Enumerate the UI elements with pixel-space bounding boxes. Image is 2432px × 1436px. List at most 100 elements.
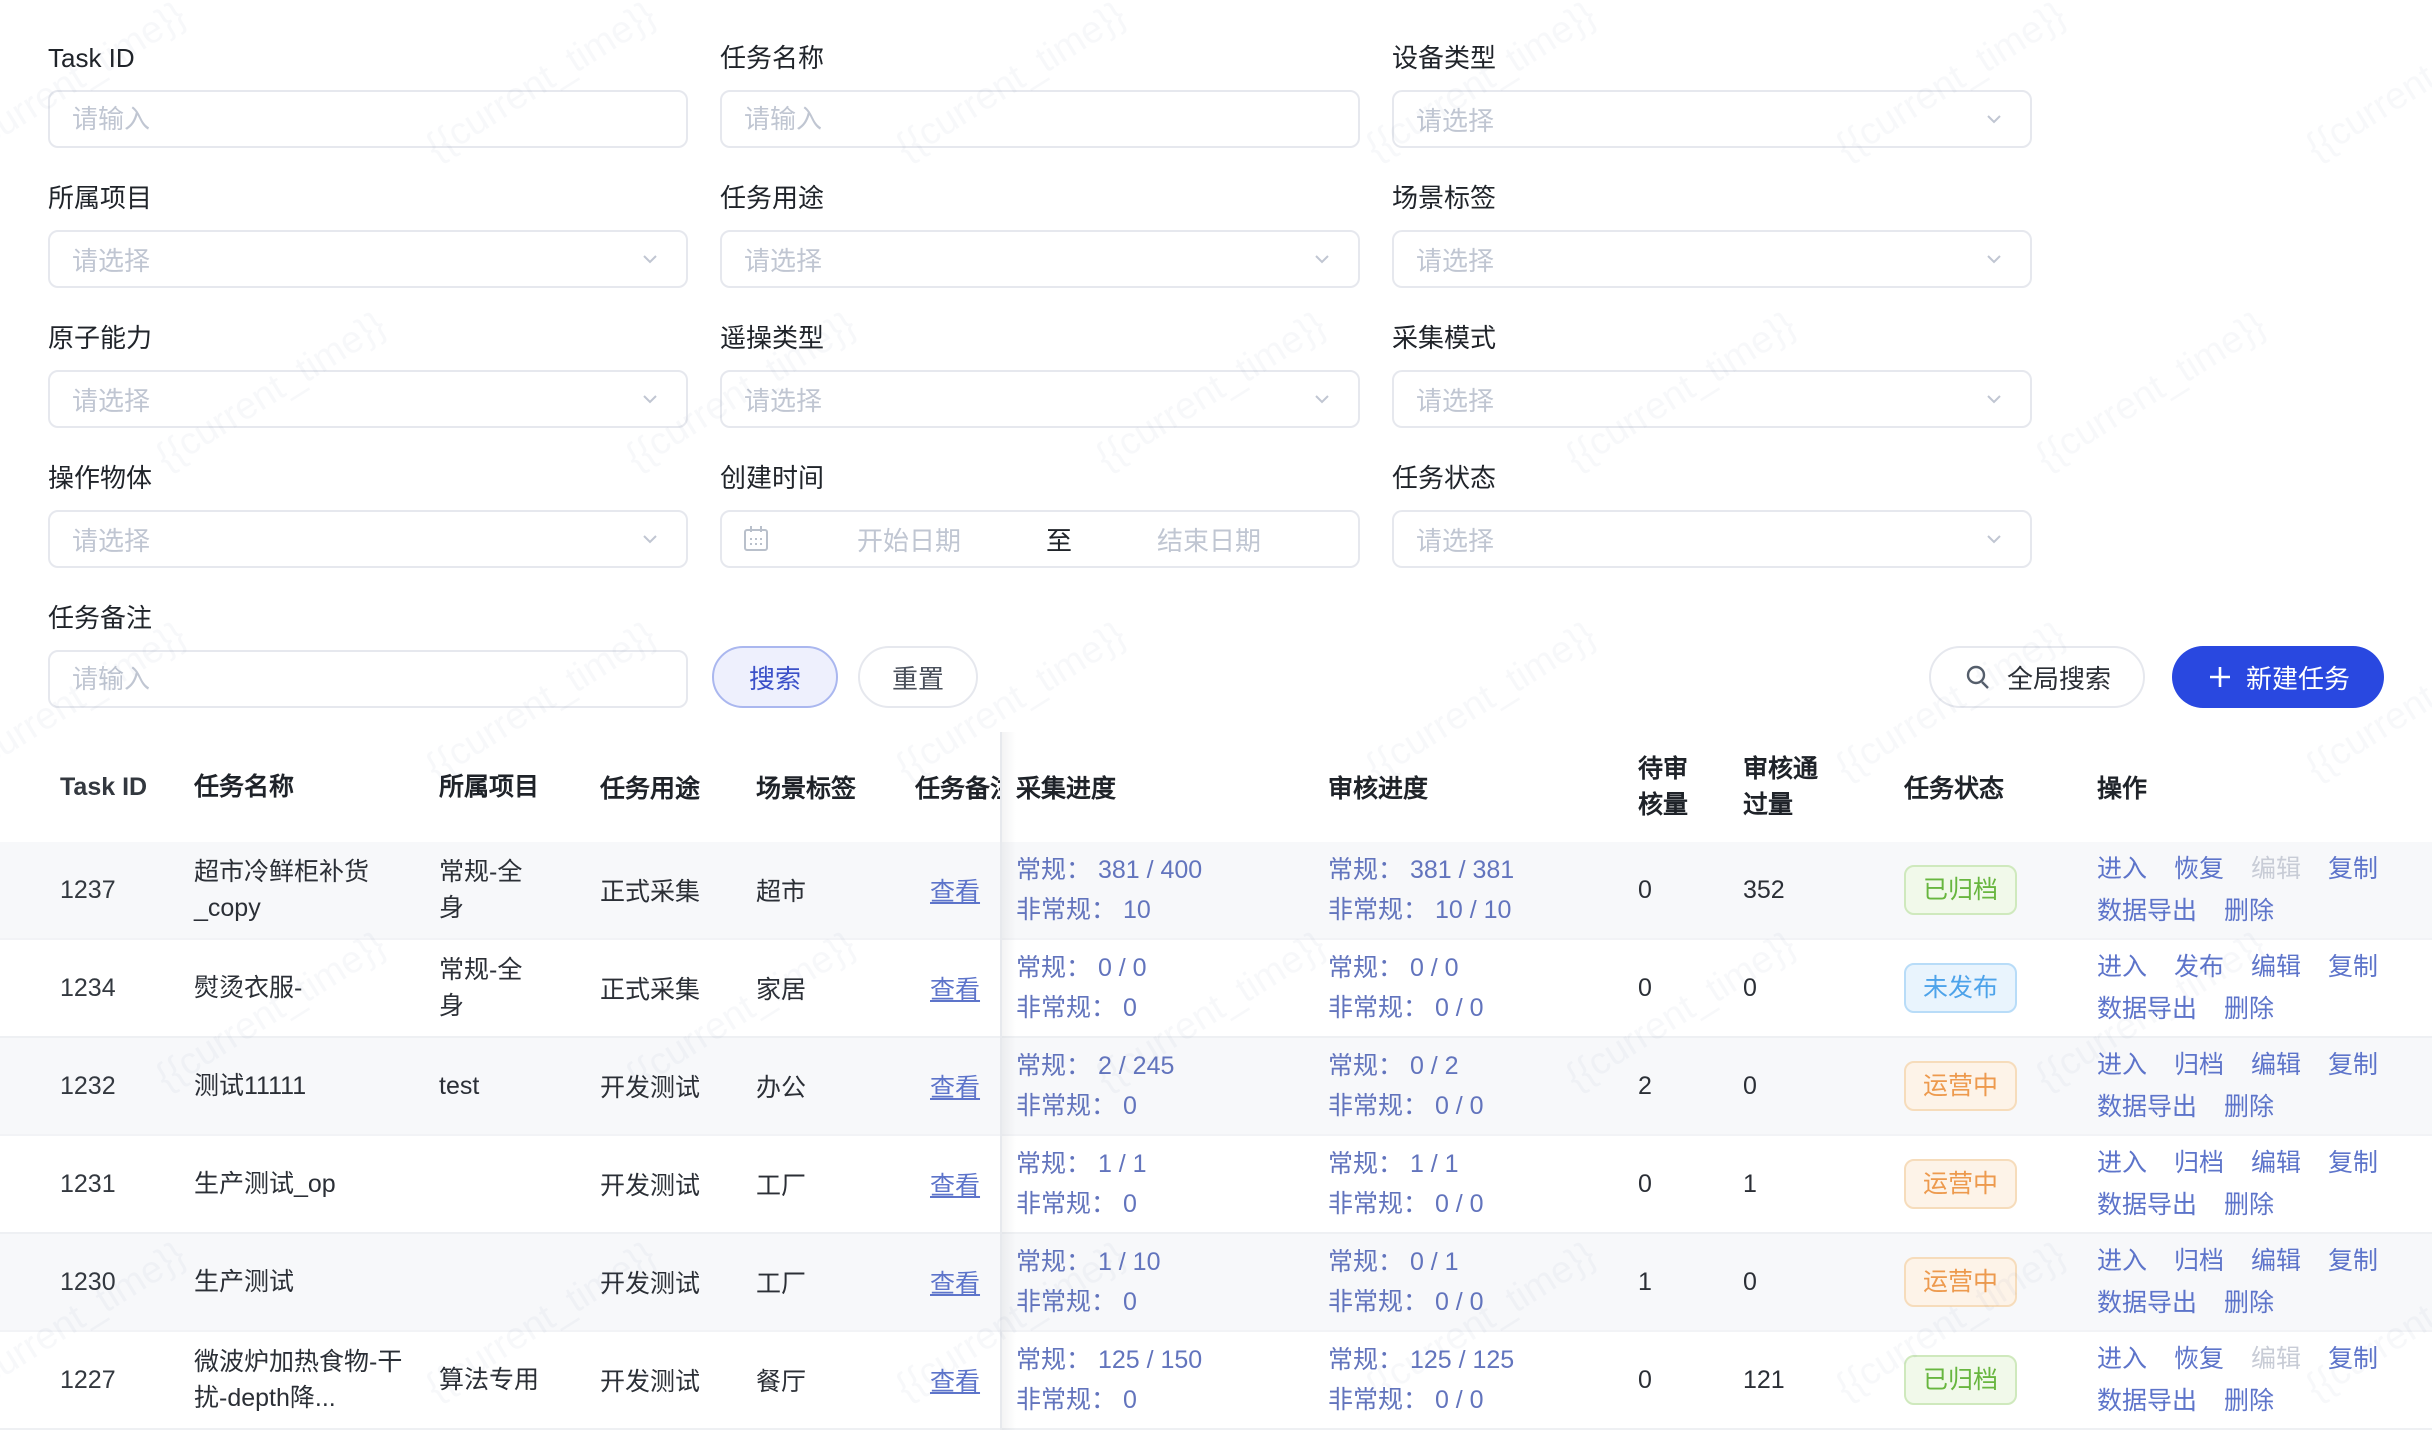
purpose-select[interactable]: 请选择 <box>720 230 1360 288</box>
action-enter-link[interactable]: 进入 <box>2097 850 2147 888</box>
action-export-link[interactable]: 数据导出 <box>2097 892 2197 930</box>
cell-task-name: 超市冷鲜柜补货_copy <box>194 854 439 926</box>
cell-approved-count: 0 <box>1743 1268 1900 1297</box>
search-button[interactable]: 搜索 <box>712 646 838 708</box>
col-header-status: 任务状态 <box>1900 769 2083 805</box>
action-copy-link[interactable]: 复制 <box>2328 850 2378 888</box>
action-enter-link[interactable]: 进入 <box>2097 1242 2147 1280</box>
action-export-link[interactable]: 数据导出 <box>2097 1088 2197 1126</box>
create-task-button[interactable]: 新建任务 <box>2172 646 2384 708</box>
cell-approved-count: 121 <box>1743 1366 1900 1395</box>
cell-approved-count: 352 <box>1743 876 1900 905</box>
atomic-label: 原子能力 <box>48 320 688 356</box>
action-edit-link: 编辑 <box>2251 850 2301 888</box>
cell-pending-count: 0 <box>1638 974 1743 1003</box>
action-copy-link[interactable]: 复制 <box>2328 1242 2378 1280</box>
cell-task-id: 1234 <box>0 974 194 1003</box>
project-placeholder: 请选择 <box>72 241 636 278</box>
scene-tag-select[interactable]: 请选择 <box>1392 230 2032 288</box>
action-export-link[interactable]: 数据导出 <box>2097 990 2197 1028</box>
project-select[interactable]: 请选择 <box>48 230 688 288</box>
action-restore-link[interactable]: 恢复 <box>2174 850 2224 888</box>
global-search-button[interactable]: 全局搜索 <box>1929 646 2145 708</box>
action-edit-link[interactable]: 编辑 <box>2251 1144 2301 1182</box>
task-id-input[interactable] <box>48 90 688 148</box>
action-export-link[interactable]: 数据导出 <box>2097 1186 2197 1224</box>
action-copy-link[interactable]: 复制 <box>2328 1046 2378 1084</box>
cell-purpose: 正式采集 <box>600 872 756 908</box>
search-icon <box>1963 662 1993 692</box>
action-edit-link[interactable]: 编辑 <box>2251 948 2301 986</box>
action-edit-link[interactable]: 编辑 <box>2251 1046 2301 1084</box>
view-note-link[interactable]: 查看 <box>930 976 980 1004</box>
cell-purpose: 开发测试 <box>600 1166 756 1202</box>
field-status: 任务状态 请选择 <box>1392 460 2032 568</box>
cell-collect-progress: 常规： 0 / 0非常规： 0 <box>1000 948 1328 1028</box>
view-note-link[interactable]: 查看 <box>930 1270 980 1298</box>
table-row: 1232 测试11111 test 开发测试 办公 查看 常规： 2 / 245… <box>0 1038 2432 1136</box>
cell-pending-count: 1 <box>1638 1268 1743 1297</box>
table-row: 1234 熨烫衣服- 常规-全身 正式采集 家居 查看 常规： 0 / 0非常规… <box>0 940 2432 1038</box>
col-header-actions: 操作 <box>2083 769 2432 805</box>
cell-task-id: 1231 <box>0 1170 194 1199</box>
end-date-placeholder[interactable]: 结束日期 <box>1078 521 1340 558</box>
note-label: 任务备注 <box>48 600 688 636</box>
action-delete-link[interactable]: 删除 <box>2224 1186 2274 1224</box>
action-publish-link[interactable]: 发布 <box>2174 948 2224 986</box>
device-type-select[interactable]: 请选择 <box>1392 90 2032 148</box>
cell-purpose: 正式采集 <box>600 970 756 1006</box>
action-enter-link[interactable]: 进入 <box>2097 948 2147 986</box>
status-select[interactable]: 请选择 <box>1392 510 2032 568</box>
col-header-pending: 待审 核量 <box>1638 751 1743 823</box>
action-copy-link[interactable]: 复制 <box>2328 948 2378 986</box>
cell-purpose: 开发测试 <box>600 1264 756 1300</box>
action-copy-link[interactable]: 复制 <box>2328 1340 2378 1378</box>
action-archive-link[interactable]: 归档 <box>2174 1046 2224 1084</box>
cell-review-progress: 常规： 0 / 1非常规： 0 / 0 <box>1328 1242 1638 1322</box>
action-archive-link[interactable]: 归档 <box>2174 1242 2224 1280</box>
scene-tag-placeholder: 请选择 <box>1416 241 1980 278</box>
scene-tag-label: 场景标签 <box>1392 180 2032 216</box>
action-edit-link[interactable]: 编辑 <box>2251 1242 2301 1280</box>
action-edit-link: 编辑 <box>2251 1340 2301 1378</box>
purpose-placeholder: 请选择 <box>744 241 1308 278</box>
atomic-placeholder: 请选择 <box>72 381 636 418</box>
atomic-select[interactable]: 请选择 <box>48 370 688 428</box>
task-name-input[interactable] <box>720 90 1360 148</box>
cell-project: test <box>439 1068 600 1104</box>
view-note-link[interactable]: 查看 <box>930 1074 980 1102</box>
create-time-label: 创建时间 <box>720 460 1360 496</box>
action-enter-link[interactable]: 进入 <box>2097 1340 2147 1378</box>
action-delete-link[interactable]: 删除 <box>2224 1382 2274 1420</box>
cell-collect-progress: 常规： 1 / 10非常规： 0 <box>1000 1242 1328 1322</box>
action-enter-link[interactable]: 进入 <box>2097 1144 2147 1182</box>
col-header-scene: 场景标签 <box>756 769 915 805</box>
note-input[interactable] <box>48 650 688 708</box>
action-enter-link[interactable]: 进入 <box>2097 1046 2147 1084</box>
collect-mode-select[interactable]: 请选择 <box>1392 370 2032 428</box>
device-type-label: 设备类型 <box>1392 40 2032 76</box>
action-delete-link[interactable]: 删除 <box>2224 892 2274 930</box>
col-header-review: 审核进度 <box>1328 769 1638 805</box>
action-restore-link[interactable]: 恢复 <box>2174 1340 2224 1378</box>
cell-collect-progress: 常规： 1 / 1非常规： 0 <box>1000 1144 1328 1224</box>
date-separator: 至 <box>1046 521 1072 558</box>
action-export-link[interactable]: 数据导出 <box>2097 1382 2197 1420</box>
action-archive-link[interactable]: 归档 <box>2174 1144 2224 1182</box>
view-note-link[interactable]: 查看 <box>930 1368 980 1396</box>
create-time-range-picker[interactable]: 开始日期 至 结束日期 <box>720 510 1360 568</box>
teleop-select[interactable]: 请选择 <box>720 370 1360 428</box>
view-note-link[interactable]: 查看 <box>930 1172 980 1200</box>
action-delete-link[interactable]: 删除 <box>2224 1284 2274 1322</box>
start-date-placeholder[interactable]: 开始日期 <box>778 521 1040 558</box>
object-select[interactable]: 请选择 <box>48 510 688 568</box>
reset-button[interactable]: 重置 <box>858 646 978 708</box>
status-tag: 运营中 <box>1904 1061 2017 1111</box>
action-delete-link[interactable]: 删除 <box>2224 1088 2274 1126</box>
cell-review-progress: 常规： 0 / 2非常规： 0 / 0 <box>1328 1046 1638 1126</box>
view-note-link[interactable]: 查看 <box>930 878 980 906</box>
action-export-link[interactable]: 数据导出 <box>2097 1284 2197 1322</box>
action-delete-link[interactable]: 删除 <box>2224 990 2274 1028</box>
cell-collect-progress: 常规： 125 / 150非常规： 0 <box>1000 1340 1328 1420</box>
action-copy-link[interactable]: 复制 <box>2328 1144 2378 1182</box>
